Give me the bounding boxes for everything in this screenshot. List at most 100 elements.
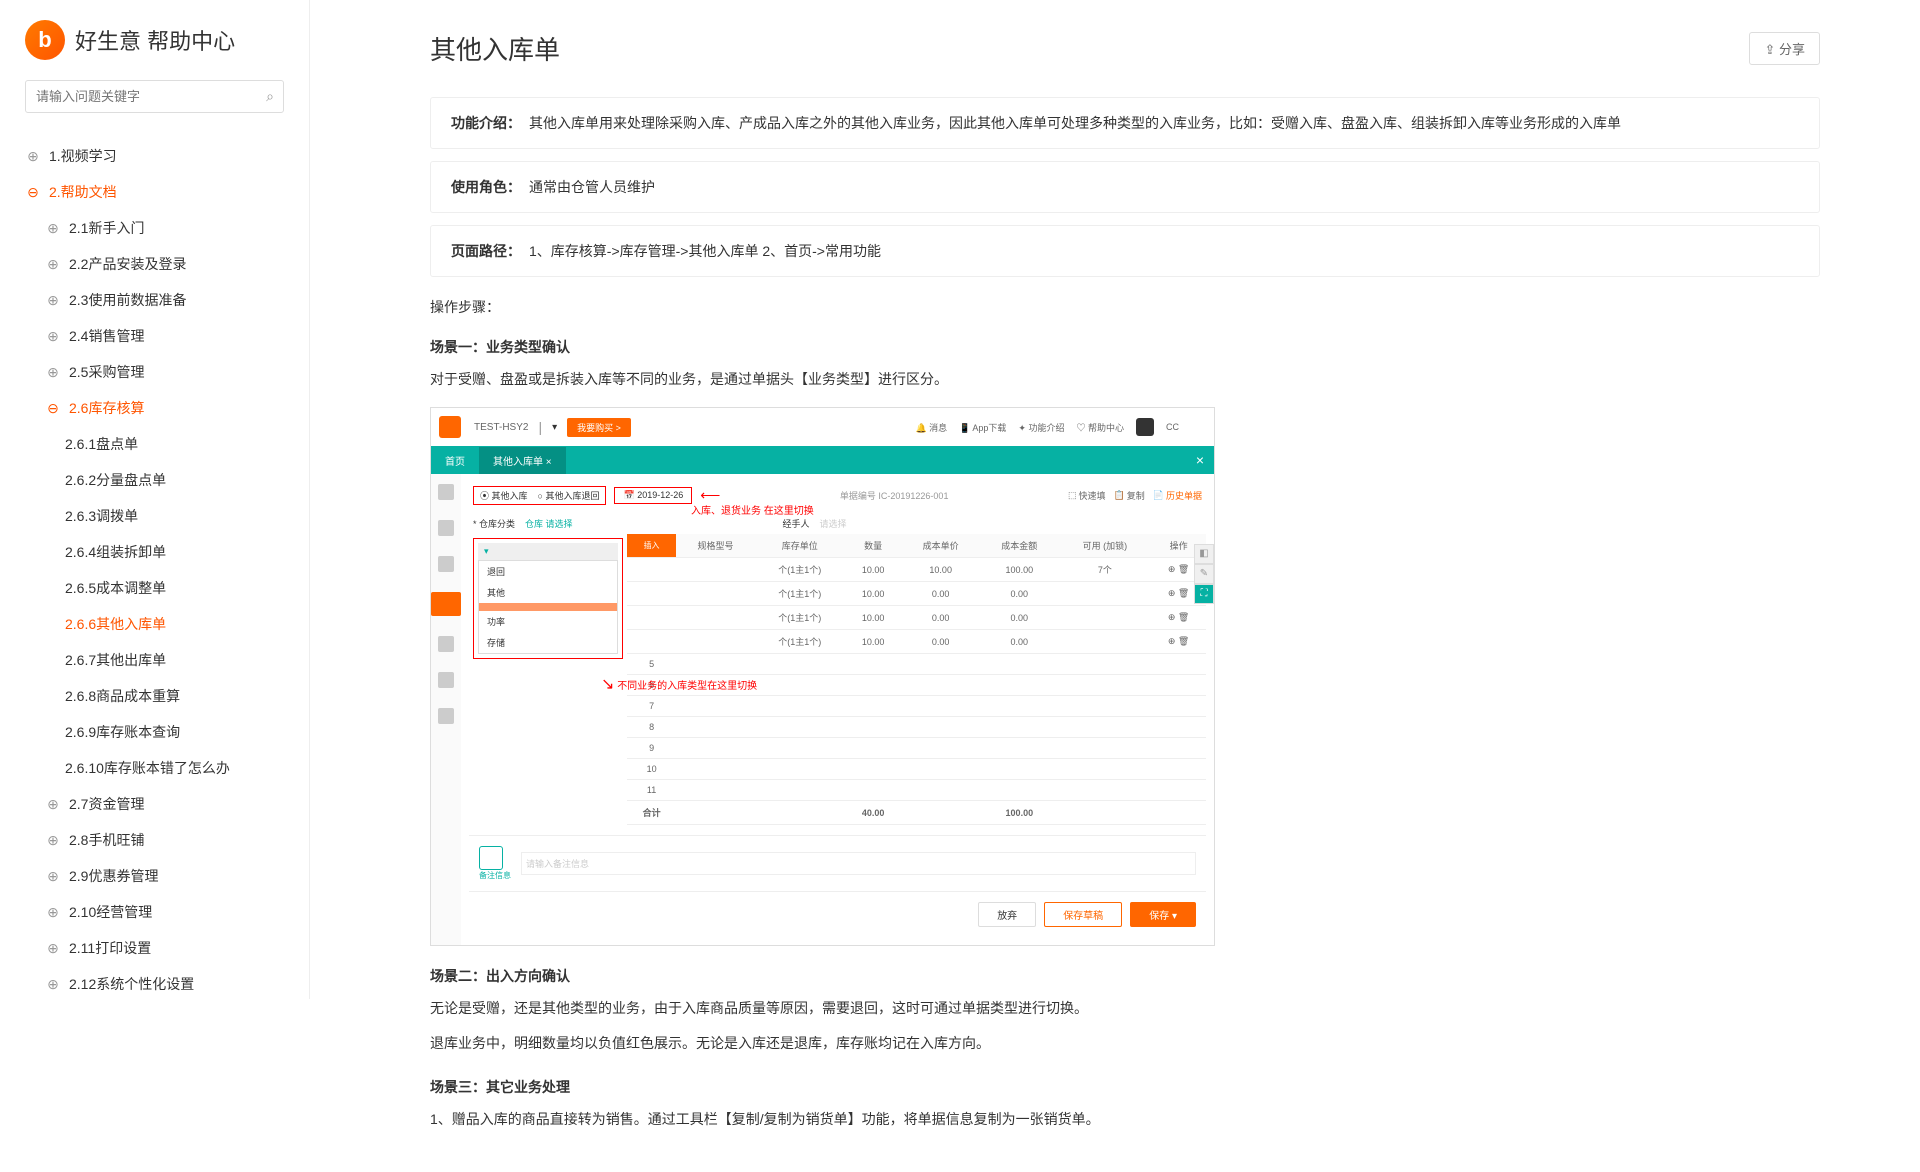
intro-text: 其他入库单用来处理除采购入库、产成品入库之外的其他入库业务，因此其他入库单可处理…	[529, 115, 1621, 131]
ss-tabs: 首页 其他入库单 × ×	[431, 446, 1214, 474]
main-content: 其他入库单 ⇪ 分享 功能介绍： 其他入库单用来处理除采购入库、产成品入库之外的其…	[310, 0, 1920, 1172]
ss-body: ⦿ 其他入库 ○ 其他入库退回 📅 2019-12-26 ⟵ 单据编号 IC-2…	[431, 474, 1214, 945]
scene3-title: 场景三：其它业务处理	[430, 1077, 1820, 1097]
ss-radio-group: ⦿ 其他入库 ○ 其他入库退回	[473, 486, 606, 505]
ss-floaticons: ◧ ✎ ⛶	[1194, 544, 1214, 604]
scene3-text1: 1、赠品入库的商品直接转为销售。通过工具栏【复制/复制为销货单】功能，将单据信息…	[430, 1107, 1820, 1132]
nav-2-6-5[interactable]: 2.6.5成本调整单	[25, 570, 284, 606]
th-spec: 规格型号	[676, 534, 755, 558]
ss-tab-close-icon: ×	[1186, 446, 1214, 474]
ss-orderno: 单据编号 IC-20191226-001	[840, 489, 949, 502]
ss-env-label: TEST-HSY2	[464, 417, 538, 438]
th-price: 成本单价	[901, 534, 980, 558]
role-label: 使用角色：	[451, 179, 521, 195]
nav-2-6-9[interactable]: 2.6.9库存账本查询	[25, 714, 284, 750]
ss-topbar-right: 🔔 消息 📱 App下载 ✦ 功能介绍 ♡ 帮助中心 CC	[915, 418, 1209, 436]
nav-2-6-7[interactable]: 2.6.7其他出库单	[25, 642, 284, 678]
ss-operator-val: 请选择	[820, 517, 847, 530]
plus-icon: ⊕	[45, 868, 61, 884]
role-text: 通常由仓管人员维护	[529, 179, 655, 195]
table-row: 10	[627, 759, 1206, 780]
th-avail: 可用 (加锁)	[1059, 534, 1152, 558]
table-row: 8	[627, 717, 1206, 738]
ss-content: ⦿ 其他入库 ○ 其他入库退回 📅 2019-12-26 ⟵ 单据编号 IC-2…	[461, 474, 1214, 945]
ss-header: TEST-HSY2 | ▾ 我要购买 > 🔔 消息 📱 App下载 ✦ 功能介绍…	[431, 408, 1214, 446]
nav-2-6-8[interactable]: 2.6.8商品成本重算	[25, 678, 284, 714]
ss-side-icon	[438, 484, 454, 500]
ss-side-icon	[438, 636, 454, 652]
ss-dd-item: 存储	[479, 632, 617, 653]
ss-side-icon	[438, 556, 454, 572]
ss-username: CC	[1166, 422, 1179, 432]
plus-icon: ⊕	[45, 832, 61, 848]
nav-2-6-6[interactable]: 2.6.6其他入库单	[25, 606, 284, 642]
ss-dd-item: 功率	[479, 611, 617, 632]
plus-icon: ⊕	[45, 364, 61, 380]
ss-draft-button: 保存草稿	[1044, 902, 1122, 927]
ss-annotation1: 入库、退货业务 在这里切换	[691, 502, 814, 517]
ss-tab-home: 首页	[431, 447, 479, 474]
nav-2-6[interactable]: ⊖2.6库存核算	[25, 390, 284, 426]
minus-icon: ⊖	[45, 400, 61, 416]
ss-warehouse-label: * 仓库分类	[473, 517, 515, 530]
nav-2-9[interactable]: ⊕2.9优惠券管理	[25, 858, 284, 894]
share-button[interactable]: ⇪ 分享	[1749, 32, 1820, 65]
ss-side-icon	[438, 708, 454, 724]
nav-2-6-4[interactable]: 2.6.4组装拆卸单	[25, 534, 284, 570]
nav-2-12[interactable]: ⊕2.12系统个性化设置	[25, 966, 284, 999]
nav-2-4[interactable]: ⊕2.4销售管理	[25, 318, 284, 354]
ss-right-tools: ⬚ 快速填 📋 复制 📄 历史单据	[1068, 489, 1202, 502]
table-row: 11	[627, 780, 1206, 801]
memo-icon	[479, 846, 503, 870]
nav-2-3[interactable]: ⊕2.3使用前数据准备	[25, 282, 284, 318]
path-box: 页面路径：1、库存核算->库存管理->其他入库单 2、首页->常用功能	[430, 225, 1820, 277]
nav-2-2[interactable]: ⊕2.2产品安装及登录	[25, 246, 284, 282]
scene1-title: 场景一：业务类型确认	[430, 337, 1820, 357]
path-text: 1、库存核算->库存管理->其他入库单 2、首页->常用功能	[529, 243, 881, 259]
ss-feature-icon: ✦ 功能介绍	[1018, 421, 1064, 434]
nav-2-6-2[interactable]: 2.6.2分量盘点单	[25, 462, 284, 498]
nav-2-6-10[interactable]: 2.6.10库存账本错了怎么办	[25, 750, 284, 786]
nav-2-5[interactable]: ⊕2.5采购管理	[25, 354, 284, 390]
ss-date: 📅 2019-12-26	[614, 487, 692, 504]
nav-2-6-3[interactable]: 2.6.3调拨单	[25, 498, 284, 534]
ss-tab-current: 其他入库单 ×	[479, 447, 566, 474]
logo-text: 好生意 帮助中心	[75, 24, 235, 56]
nav-2-7[interactable]: ⊕2.7资金管理	[25, 786, 284, 822]
table-row: 个(1主1个)10.000.000.00⊕ 🗑	[627, 630, 1206, 654]
ss-save-button: 保存 ▾	[1130, 902, 1196, 927]
ss-tool-history: 📄 历史单据	[1153, 489, 1202, 502]
ss-sidebar	[431, 474, 461, 945]
ss-app-icon: 📱 App下载	[959, 421, 1006, 434]
plus-icon: ⊕	[25, 148, 41, 164]
nav-help-docs[interactable]: ⊖2.帮助文档	[25, 174, 284, 210]
intro-label: 功能介绍：	[451, 115, 521, 131]
plus-icon: ⊕	[45, 292, 61, 308]
th-qty: 数量	[845, 534, 902, 558]
search-box: ⌕	[25, 80, 284, 113]
nav-2-10[interactable]: ⊕2.10经营管理	[25, 894, 284, 930]
ss-operator-label: 经手人	[783, 517, 810, 530]
nav-video[interactable]: ⊕1.视频学习	[25, 138, 284, 174]
nav-2-6-1[interactable]: 2.6.1盘点单	[25, 426, 284, 462]
float-icon: ◧	[1194, 544, 1214, 564]
table-sum: 合计40.00100.00	[627, 801, 1206, 825]
th-insert: 插入	[627, 534, 676, 558]
plus-icon: ⊕	[45, 940, 61, 956]
search-icon[interactable]: ⌕	[266, 88, 274, 105]
float-icon: ✎	[1194, 564, 1214, 584]
ss-side-icon-active	[431, 592, 461, 616]
screenshot: TEST-HSY2 | ▾ 我要购买 > 🔔 消息 📱 App下载 ✦ 功能介绍…	[430, 407, 1215, 946]
ss-radio1: ⦿ 其他入库	[480, 489, 528, 502]
nav-menu: ⊕1.视频学习 ⊖2.帮助文档 ⊕2.1新手入门 ⊕2.2产品安装及登录 ⊕2.…	[0, 138, 309, 999]
logo: b 好生意 帮助中心	[0, 20, 309, 80]
table-row: 5	[627, 654, 1206, 675]
nav-2-1[interactable]: ⊕2.1新手入门	[25, 210, 284, 246]
ss-memo-input: 请输入备注信息	[521, 852, 1196, 875]
nav-2-11[interactable]: ⊕2.11打印设置	[25, 930, 284, 966]
table-row: 个(1主1个)10.0010.00100.007个⊕ 🗑	[627, 558, 1206, 582]
page-title: 其他入库单	[430, 30, 560, 67]
steps-label: 操作步骤：	[430, 297, 1820, 317]
search-input[interactable]	[25, 80, 284, 113]
nav-2-8[interactable]: ⊕2.8手机旺铺	[25, 822, 284, 858]
